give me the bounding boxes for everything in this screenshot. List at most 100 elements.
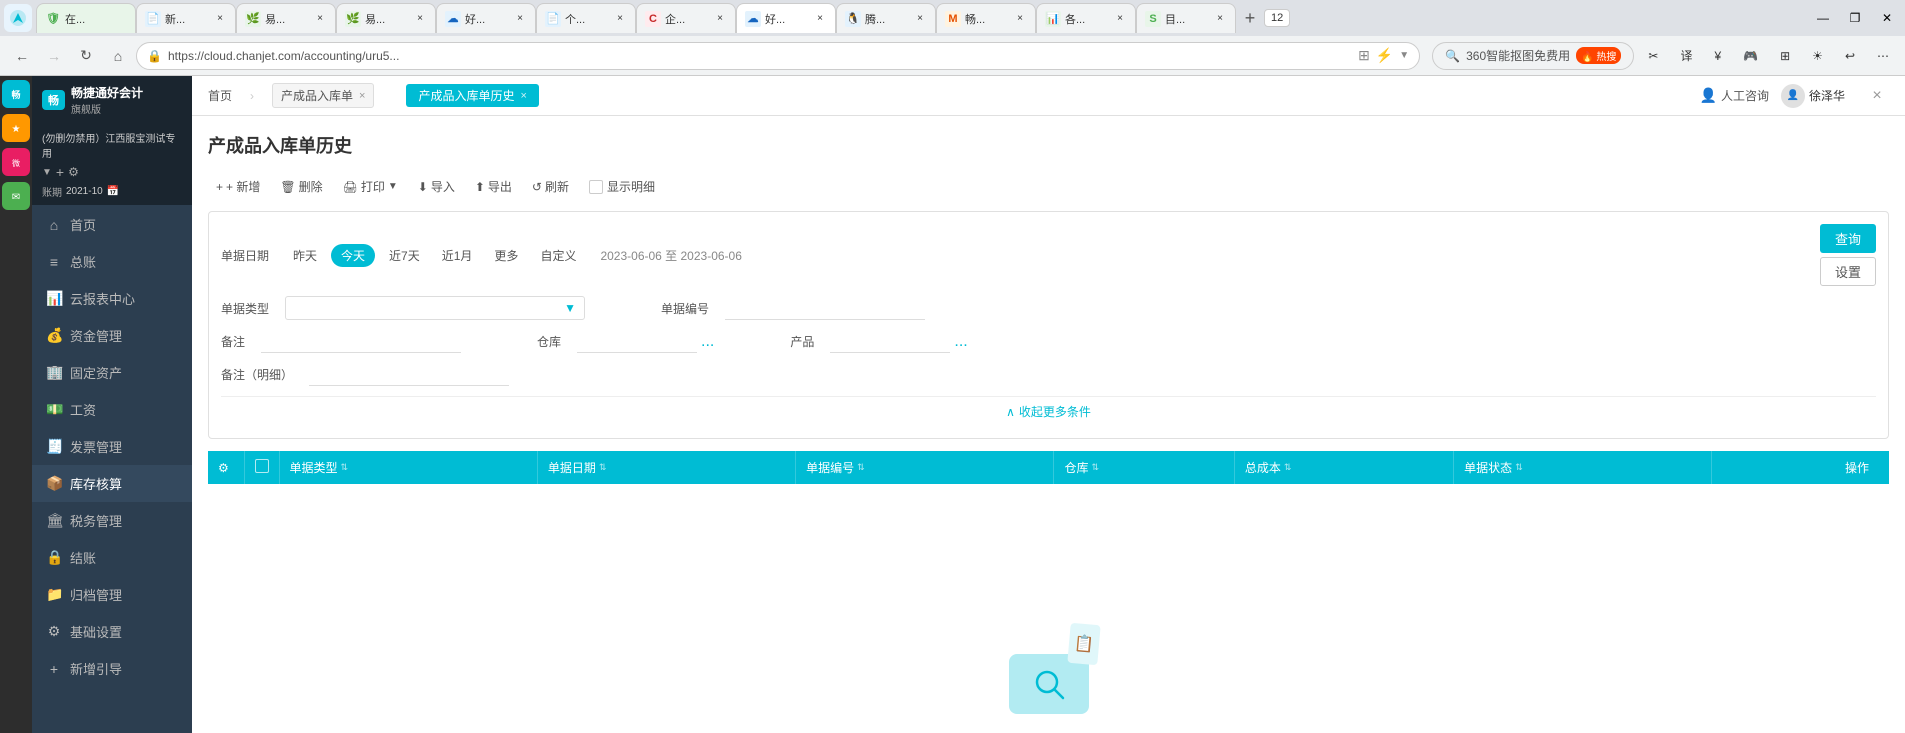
date-btn-custom[interactable]: 自定义	[532, 244, 584, 267]
new-tab-button[interactable]: +	[1236, 4, 1264, 32]
tab-7[interactable]: C 企... ×	[636, 3, 736, 33]
export-button[interactable]: ⬆ 导出	[467, 174, 520, 199]
sidebar-item-new[interactable]: + 新增引导	[32, 650, 192, 687]
back-button[interactable]: ←	[8, 42, 36, 70]
dropdown-arrow[interactable]: ▼	[1399, 50, 1409, 61]
settings-button[interactable]: 设置	[1820, 257, 1876, 286]
tab-9[interactable]: 🐧 腾... ×	[836, 3, 936, 33]
tab-12[interactable]: S 目... ×	[1136, 3, 1236, 33]
tab-6[interactable]: 📄 个... ×	[536, 3, 636, 33]
tab-1[interactable]: 🛡 在...	[36, 3, 136, 33]
tab-11[interactable]: 📊 各... ×	[1036, 3, 1136, 33]
sidebar-item-archive[interactable]: 📁 归档管理	[32, 576, 192, 613]
sidebar-item-assets[interactable]: 🏢 固定资产	[32, 354, 192, 391]
minimize-button[interactable]: —	[1809, 4, 1837, 32]
settings-company-btn[interactable]: ⚙	[68, 165, 79, 179]
company-dropdown-icon[interactable]: ▼	[42, 167, 52, 178]
app-green-icon[interactable]: ✉	[2, 182, 30, 210]
user-avatar[interactable]: 👤 徐泽华	[1781, 84, 1845, 108]
app-red-icon[interactable]: 微	[2, 148, 30, 176]
tab-close-11[interactable]: ×	[1113, 12, 1127, 26]
game-icon[interactable]: 🎮	[1735, 42, 1766, 70]
history-tab-text[interactable]: 产成品入库单历史	[418, 87, 514, 104]
tab-close-9[interactable]: ×	[913, 12, 927, 26]
app-orange-icon[interactable]: ★	[2, 114, 30, 142]
forward-button[interactable]: →	[40, 42, 68, 70]
history-tab-close[interactable]: ×	[520, 90, 526, 102]
sidebar-item-ledger[interactable]: ≡ 总账	[32, 243, 192, 280]
tab-5[interactable]: ☁ 好... ×	[436, 3, 536, 33]
search-bar[interactable]: 🔍 360智能抠图免费用 🔥 热搜	[1432, 42, 1634, 70]
list-tab-close[interactable]: ×	[359, 90, 365, 102]
delete-button[interactable]: 🗑 删除	[272, 174, 330, 199]
tab-close-6[interactable]: ×	[613, 12, 627, 26]
note-input[interactable]	[261, 330, 461, 353]
date-btn-yesterday[interactable]: 昨天	[285, 244, 325, 267]
query-button[interactable]: 查询	[1820, 224, 1876, 253]
tab-close-5[interactable]: ×	[513, 12, 527, 26]
sidebar-item-settings[interactable]: ⚙ 基础设置	[32, 613, 192, 650]
show-detail-checkbox[interactable]	[589, 180, 603, 194]
add-button[interactable]: + + 新增	[208, 174, 268, 199]
refresh-button[interactable]: ↺ 刷新	[524, 174, 577, 199]
collapse-btn[interactable]: ∧ 收起更多条件	[221, 396, 1876, 426]
sidebar-item-funds[interactable]: 💰 资金管理	[32, 317, 192, 354]
date-btn-today[interactable]: 今天	[331, 244, 375, 267]
tab-10[interactable]: M 畅... ×	[936, 3, 1036, 33]
warehouse-dots[interactable]: ...	[701, 333, 714, 351]
th-checkbox[interactable]	[244, 451, 279, 484]
print-dropdown-icon[interactable]: ▼	[388, 181, 398, 192]
list-tab-text[interactable]: 产成品入库单	[281, 87, 353, 104]
th-total-cost[interactable]: 总成本 ⇅	[1234, 451, 1453, 484]
sidebar-item-invoice[interactable]: 🧾 发票管理	[32, 428, 192, 465]
product-input[interactable]	[830, 330, 950, 353]
tab-close-2[interactable]: ×	[213, 12, 227, 26]
home-button[interactable]: ⌂	[104, 42, 132, 70]
th-voucher-type[interactable]: 单据类型 ⇅	[279, 451, 537, 484]
grid-view-icon[interactable]: ⊞	[1772, 42, 1798, 70]
tab-close-10[interactable]: ×	[1013, 12, 1027, 26]
app-chanjet-icon[interactable]: 畅	[2, 80, 30, 108]
page-close-btn[interactable]: ×	[1865, 84, 1889, 108]
scissors-icon[interactable]: ✂	[1640, 42, 1666, 70]
warehouse-input[interactable]	[577, 330, 697, 353]
voucher-no-input[interactable]	[725, 297, 925, 320]
voucher-type-select[interactable]: ▼	[285, 296, 585, 320]
th-number[interactable]: 单据编号 ⇅	[796, 451, 1054, 484]
th-status[interactable]: 单据状态 ⇅	[1454, 451, 1712, 484]
tab-4[interactable]: 🌿 易... ×	[336, 3, 436, 33]
sidebar-item-inventory[interactable]: 📦 库存核算	[32, 465, 192, 502]
translate-icon[interactable]: 译	[1672, 42, 1700, 70]
tab-3[interactable]: 🌿 易... ×	[236, 3, 336, 33]
currency-icon[interactable]: ¥	[1706, 42, 1729, 70]
tab-close-7[interactable]: ×	[713, 12, 727, 26]
date-btn-more[interactable]: 更多	[486, 244, 526, 267]
tab-close-3[interactable]: ×	[313, 12, 327, 26]
voucher-type-dropdown[interactable]: ▼	[564, 301, 576, 315]
th-date[interactable]: 单据日期 ⇅	[537, 451, 795, 484]
tab-close-4[interactable]: ×	[413, 12, 427, 26]
show-detail-toggle[interactable]: 显示明细	[589, 178, 655, 195]
product-dots[interactable]: ...	[954, 333, 967, 351]
close-window-button[interactable]: ✕	[1873, 4, 1901, 32]
sun-icon[interactable]: ☀	[1804, 42, 1831, 70]
tab-8-active[interactable]: ☁ 好... ×	[736, 3, 836, 33]
table-settings-icon[interactable]: ⚙	[218, 461, 229, 475]
breadcrumb-home[interactable]: 首页	[208, 87, 232, 104]
tab-2[interactable]: 📄 新... ×	[136, 3, 236, 33]
refresh-button[interactable]: ↻	[72, 42, 100, 70]
date-btn-7days[interactable]: 近7天	[381, 244, 428, 267]
ai-service-btn[interactable]: 👤 人工咨询	[1700, 87, 1769, 104]
sidebar-item-report[interactable]: 📊 云报表中心	[32, 280, 192, 317]
sidebar-item-payroll[interactable]: 💵 工资	[32, 391, 192, 428]
history-icon[interactable]: ↩	[1837, 42, 1863, 70]
maximize-button[interactable]: ❐	[1841, 4, 1869, 32]
print-button[interactable]: 🖨 打印 ▼	[335, 174, 406, 199]
add-company-btn[interactable]: +	[56, 164, 64, 180]
date-btn-1month[interactable]: 近1月	[434, 244, 481, 267]
tab-close-8[interactable]: ×	[813, 12, 827, 26]
import-button[interactable]: ⬇ 导入	[410, 174, 463, 199]
sidebar-item-home[interactable]: ⌂ 首页	[32, 206, 192, 243]
th-settings[interactable]: ⚙	[208, 451, 244, 484]
tab-close-12[interactable]: ×	[1213, 12, 1227, 26]
